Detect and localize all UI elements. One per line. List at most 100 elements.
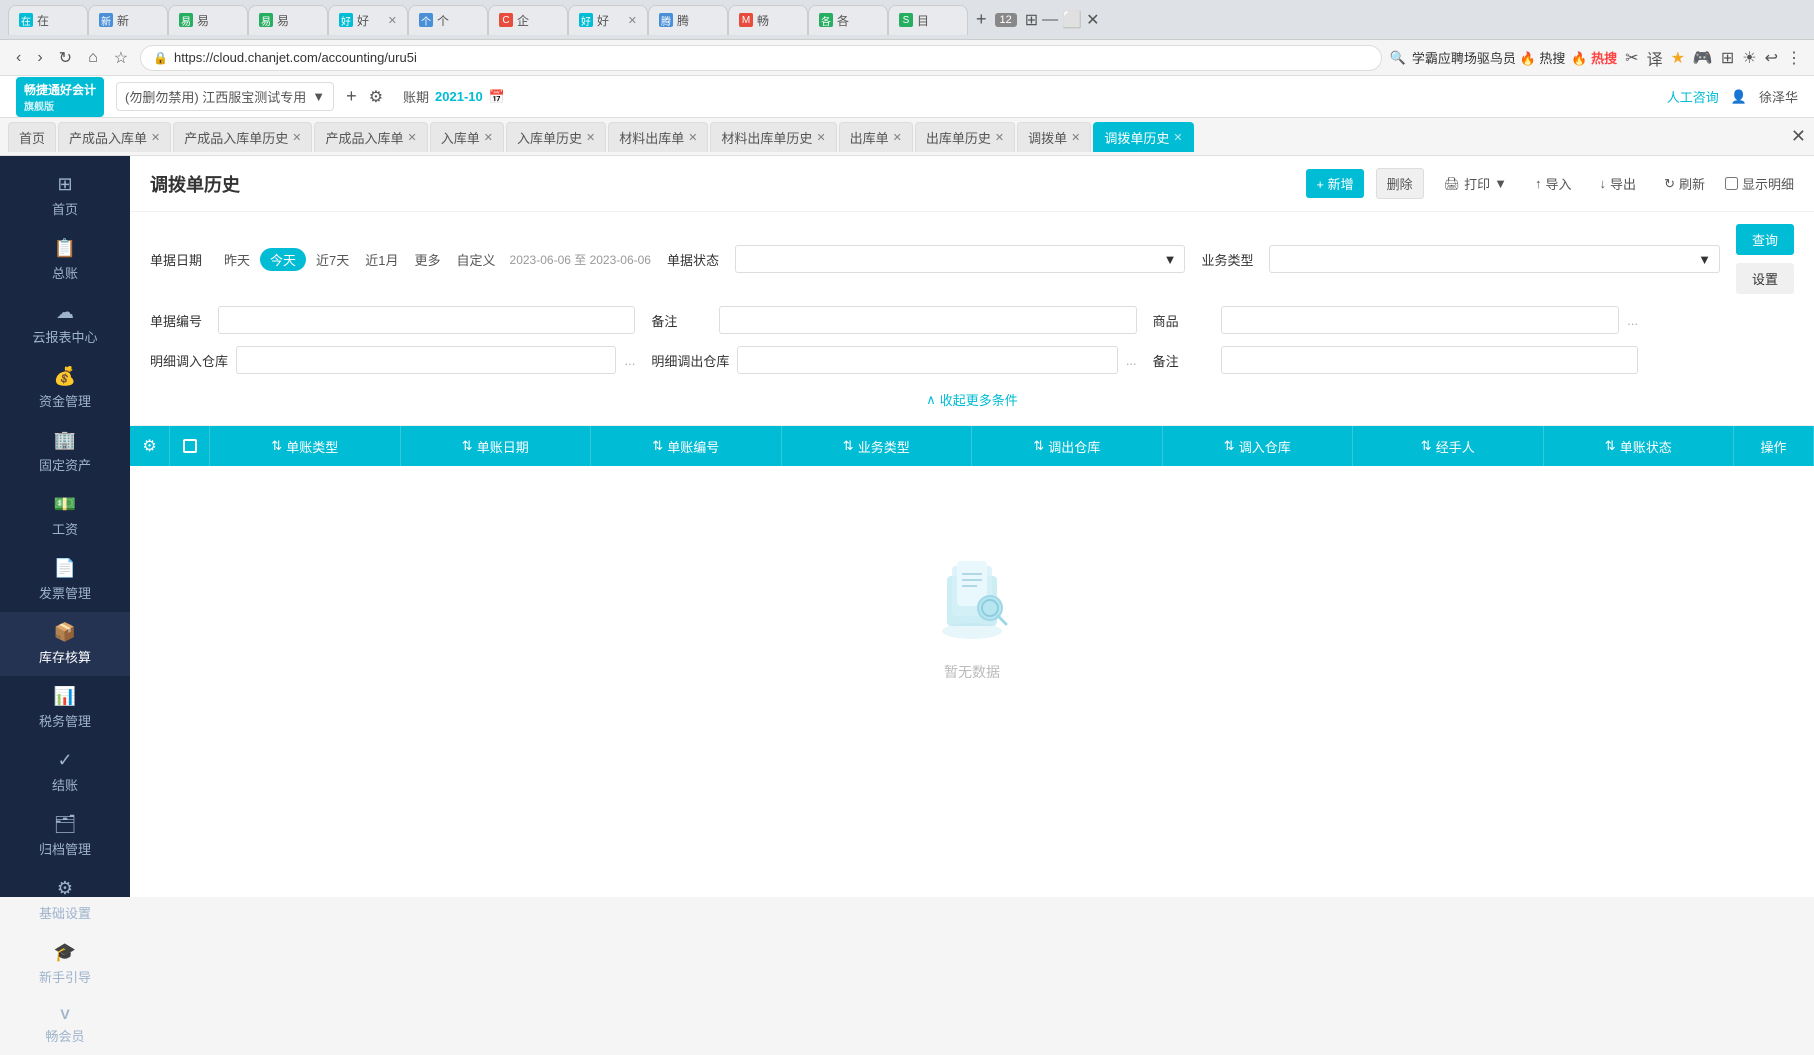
date-btn-more[interactable]: 更多	[409, 248, 447, 271]
doc-no-filter-input[interactable]	[218, 306, 635, 334]
app-tab-home[interactable]: 首页	[8, 122, 56, 152]
app-tab-9[interactable]: 出库单历史 ✕	[915, 122, 1015, 152]
th-business-type[interactable]: ⇅ 业务类型	[782, 426, 973, 466]
th-in-warehouse[interactable]: ⇅ 调入仓库	[1163, 426, 1354, 466]
business-type-filter-select[interactable]: ▼	[1269, 245, 1720, 273]
settings-filter-button[interactable]: 设置	[1736, 263, 1794, 294]
print-button[interactable]: 🖨 打印 ▼	[1436, 170, 1515, 197]
detail-out-filter-dots[interactable]: ...	[1126, 353, 1137, 368]
th-settings[interactable]: ⚙	[130, 426, 170, 466]
th-doc-type[interactable]: ⇅ 单账类型	[210, 426, 401, 466]
sidebar-item-inventory[interactable]: 📦 库存核算	[0, 612, 130, 676]
app-tab-4[interactable]: 入库单 ✕	[430, 122, 504, 152]
tab-close-active[interactable]: ✕	[1173, 131, 1182, 144]
browser-tab-0[interactable]: 在 在	[8, 5, 88, 35]
app-tab-3[interactable]: 产成品入库单 ✕	[314, 122, 427, 152]
th-doc-date[interactable]: ⇅ 单账日期	[401, 426, 592, 466]
status-filter-select[interactable]: ▼	[735, 245, 1186, 273]
th-checkbox[interactable]	[170, 426, 210, 466]
close-all-tabs-button[interactable]: ✕	[1791, 126, 1806, 147]
tab-close[interactable]: ✕	[408, 131, 417, 144]
browser-tab-9[interactable]: M 畅	[728, 5, 808, 35]
browser-tab-8[interactable]: 腾 腾	[648, 5, 728, 35]
app-tab-5[interactable]: 入库单历史 ✕	[506, 122, 606, 152]
th-handler[interactable]: ⇅ 经手人	[1353, 426, 1544, 466]
refresh-browser-button[interactable]: ↻	[55, 46, 76, 70]
date-btn-7days[interactable]: 近7天	[310, 248, 355, 271]
th-doc-no[interactable]: ⇅ 单账编号	[591, 426, 782, 466]
goods-filter-dots[interactable]: ...	[1627, 313, 1638, 328]
refresh-button[interactable]: ↻ 刷新	[1656, 170, 1713, 197]
menu-icon[interactable]: ⋮	[1786, 48, 1802, 68]
back-button[interactable]: ‹	[12, 47, 25, 69]
th-status[interactable]: ⇅ 单账状态	[1544, 426, 1735, 466]
browser-tab-6[interactable]: C 企	[488, 5, 568, 35]
sidebar-item-ledger[interactable]: 📋 总账	[0, 228, 130, 292]
sidebar-item-archive[interactable]: 🗂 归档管理	[0, 804, 130, 868]
goods-filter-input[interactable]	[1221, 306, 1619, 334]
undo-icon[interactable]: ↩	[1765, 48, 1778, 68]
browser-tab-4[interactable]: 好 好 ✕	[328, 5, 408, 35]
tab-close[interactable]: ✕	[893, 131, 902, 144]
tab-close[interactable]: ✕	[1071, 131, 1080, 144]
sidebar-item-basic-settings[interactable]: ⚙ 基础设置	[0, 868, 130, 932]
sidebar-item-invoice[interactable]: 📄 发票管理	[0, 548, 130, 612]
detail-in-filter-dots[interactable]: ...	[624, 353, 635, 368]
sidebar-item-tutorial[interactable]: 🎓 新手引导	[0, 932, 130, 996]
print-dropdown-icon[interactable]: ▼	[1494, 176, 1507, 191]
url-box[interactable]: 🔒 https://cloud.chanjet.com/accounting/u…	[140, 45, 1382, 71]
select-all-checkbox[interactable]	[183, 439, 197, 453]
app-tab-8[interactable]: 出库单 ✕	[839, 122, 913, 152]
date-btn-yesterday[interactable]: 昨天	[218, 248, 256, 271]
browser-tab-11[interactable]: S 目	[888, 5, 968, 35]
note-filter-input[interactable]	[719, 306, 1136, 334]
show-cols-checkbox[interactable]	[1725, 177, 1738, 190]
sidebar-item-fixed-assets[interactable]: 🏢 固定资产	[0, 420, 130, 484]
browser-tab-1[interactable]: 新 新	[88, 5, 168, 35]
scissors-icon[interactable]: ✂	[1625, 48, 1638, 68]
note2-filter-input[interactable]	[1221, 346, 1638, 374]
new-button[interactable]: + 新增	[1306, 169, 1363, 198]
game-icon[interactable]: 🎮	[1693, 48, 1713, 68]
collapse-button[interactable]: ∧ 收起更多条件	[926, 386, 1018, 413]
browser-tab-5[interactable]: 个 个	[408, 5, 488, 35]
new-tab-button[interactable]: +	[968, 9, 995, 30]
brightness-icon[interactable]: ☀	[1742, 48, 1756, 68]
tab-close[interactable]: ✕	[151, 131, 160, 144]
sidebar-item-cloud-report[interactable]: ☁ 云报表中心	[0, 292, 130, 356]
app-tab-10[interactable]: 调拨单 ✕	[1017, 122, 1091, 152]
maximize-button[interactable]: ⬜	[1062, 10, 1082, 30]
company-selector[interactable]: (勿删勿禁用) 江西服宝测试专用 ▼	[116, 82, 334, 111]
app-tab-2[interactable]: 产成品入库单历史 ✕	[173, 122, 312, 152]
tab-close[interactable]: ✕	[586, 131, 595, 144]
extension-icon[interactable]: ★	[1671, 48, 1685, 68]
sidebar-item-tax[interactable]: 📊 税务管理	[0, 676, 130, 740]
table-settings-icon[interactable]: ⚙	[142, 436, 156, 456]
import-button[interactable]: ↑ 导入	[1527, 170, 1580, 197]
date-btn-1month[interactable]: 近1月	[359, 248, 404, 271]
query-button[interactable]: 查询	[1736, 224, 1794, 255]
tab-close[interactable]: ✕	[688, 131, 697, 144]
tab-close-7[interactable]: ✕	[628, 14, 637, 27]
home-button[interactable]: ⌂	[84, 47, 102, 69]
tab-close[interactable]: ✕	[995, 131, 1004, 144]
browser-tab-2[interactable]: 易 易	[168, 5, 248, 35]
extensions-icon[interactable]: ⊞	[1025, 10, 1038, 30]
sidebar-item-home[interactable]: ⊞ 首页	[0, 164, 130, 228]
browser-tab-7[interactable]: 好 好 ✕	[568, 5, 648, 35]
close-window-button[interactable]: ✕	[1086, 10, 1099, 30]
sidebar-item-membership[interactable]: V 畅会员	[0, 996, 130, 1055]
th-out-warehouse[interactable]: ⇅ 调出仓库	[972, 426, 1163, 466]
grid-icon[interactable]: ⊞	[1721, 48, 1734, 68]
settings-header-icon[interactable]: ⚙	[369, 87, 383, 107]
app-tab-7[interactable]: 材料出库单历史 ✕	[710, 122, 836, 152]
delete-button[interactable]: 删除	[1376, 168, 1424, 199]
detail-out-filter-input[interactable]	[737, 346, 1117, 374]
sidebar-item-closing[interactable]: ✓ 结账	[0, 740, 130, 804]
add-company-button[interactable]: +	[346, 86, 357, 107]
minimize-button[interactable]: —	[1042, 11, 1058, 29]
browser-tab-3[interactable]: 易 易	[248, 5, 328, 35]
tab-close[interactable]: ✕	[484, 131, 493, 144]
bookmark-button[interactable]: ☆	[110, 46, 132, 70]
app-tab-1[interactable]: 产成品入库单 ✕	[58, 122, 171, 152]
